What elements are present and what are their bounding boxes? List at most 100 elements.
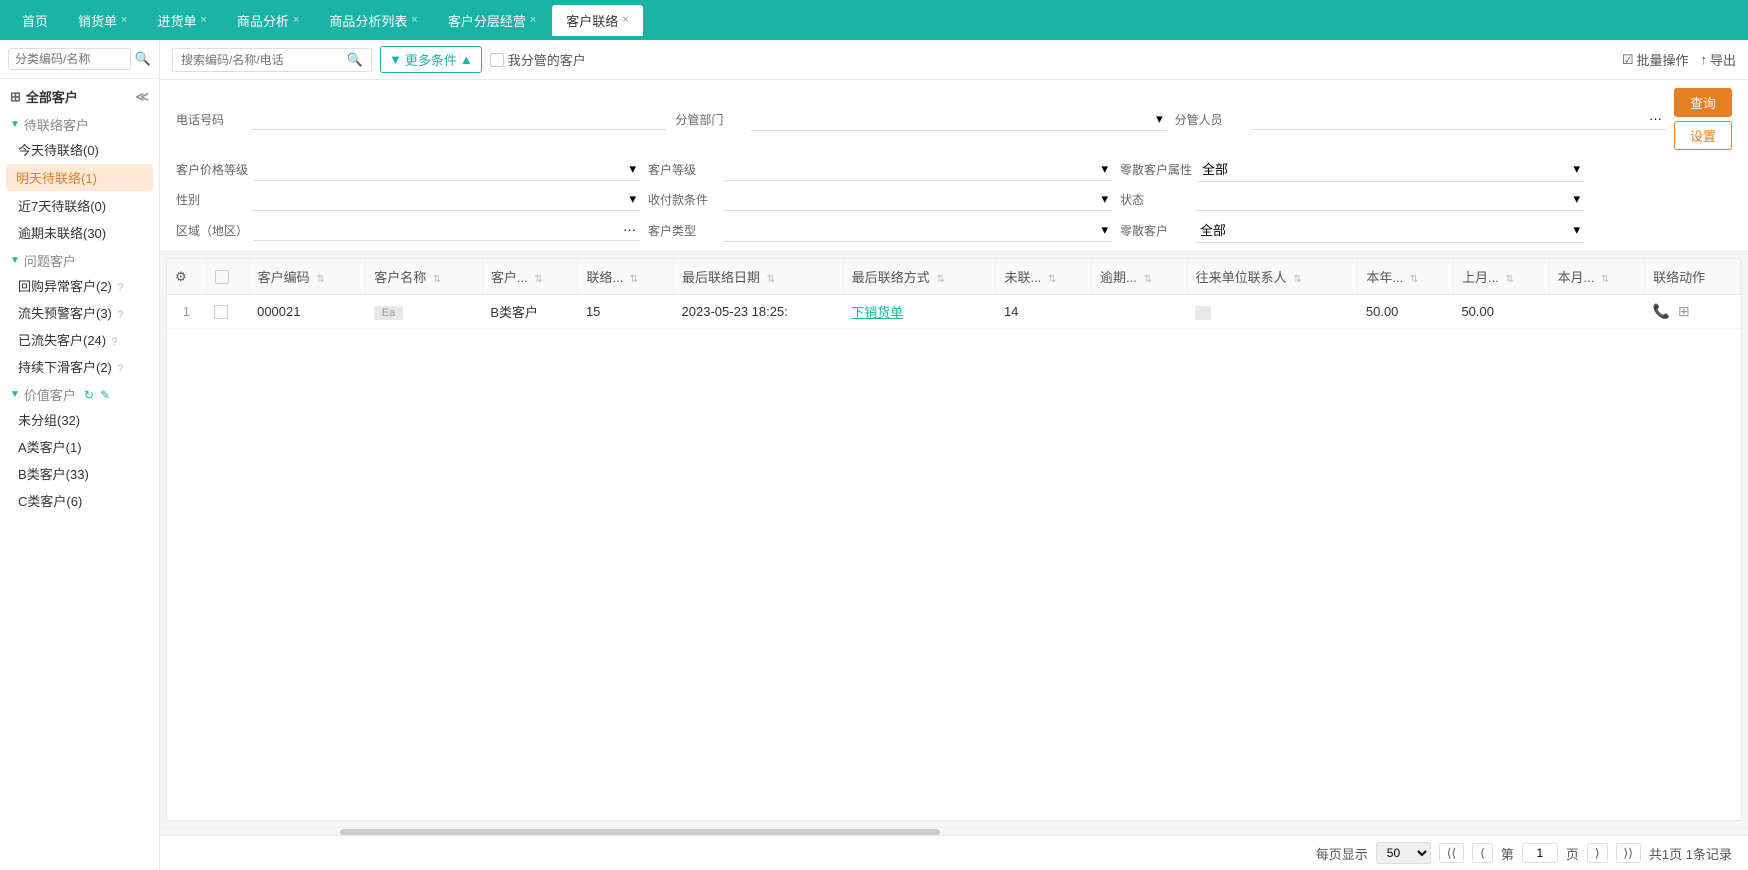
- category-col-header[interactable]: 客户... ⇅: [482, 259, 578, 295]
- select-all-checkbox[interactable]: [215, 270, 229, 284]
- sidebar-item-week-contact[interactable]: 近7天待联络(0): [0, 192, 159, 219]
- search-input[interactable]: [181, 53, 347, 67]
- chevron-down-icon: [1101, 191, 1108, 207]
- more-conditions-button[interactable]: ▼ 更多条件 ▲: [380, 46, 482, 73]
- sidebar-search-input[interactable]: [8, 48, 131, 70]
- sidebar-item-lost-risk[interactable]: 流失预警客户(3) ?: [0, 299, 159, 326]
- sort-icon: ⇅: [1601, 274, 1609, 285]
- nav-customer-contact[interactable]: 客户联络 ×: [552, 5, 642, 36]
- dot-menu-icon: ···: [623, 222, 636, 237]
- uncontacted-col-header[interactable]: 未联... ⇅: [996, 259, 1092, 295]
- sort-icon: ⇅: [534, 274, 542, 285]
- name-col-header[interactable]: 客户名称 ⇅: [366, 259, 483, 295]
- search-wrap: 🔍: [172, 48, 372, 72]
- gender-select[interactable]: [252, 188, 640, 211]
- query-button[interactable]: 查询: [1674, 88, 1732, 117]
- sort-icon: ⇅: [767, 274, 775, 285]
- row-checkbox-cell[interactable]: [206, 295, 249, 329]
- last-contact-method-cell[interactable]: 下销货单: [843, 295, 996, 329]
- page-number-input[interactable]: [1522, 843, 1558, 863]
- uncontacted-cell: 14: [996, 295, 1092, 329]
- my-customers-checkbox[interactable]: [490, 53, 504, 67]
- top-navigation: 首页 销货单 × 进货单 × 商品分析 × 商品分析列表 × 客户分层经营 × …: [0, 0, 1748, 40]
- sidebar-item-class-c[interactable]: C类客户(6): [0, 487, 159, 514]
- close-icon[interactable]: ×: [121, 14, 127, 26]
- last-month-col-header[interactable]: 上月... ⇅: [1453, 259, 1549, 295]
- sidebar-item-overdue-contact[interactable]: 逾期未联络(30): [0, 219, 159, 246]
- retail-attr-select[interactable]: 全部: [1198, 156, 1584, 182]
- first-page-button[interactable]: ⟨⟨: [1439, 843, 1464, 863]
- action-icons-group: 📞 ⊞: [1653, 303, 1733, 320]
- last-contact-method-col-header[interactable]: 最后联络方式 ⇅: [843, 259, 996, 295]
- nav-customer-layering[interactable]: 客户分层经营 ×: [434, 5, 550, 36]
- expand-icon: ▼: [10, 389, 20, 400]
- retail-customer-select[interactable]: 全部: [1196, 217, 1584, 243]
- close-icon[interactable]: ×: [622, 14, 628, 26]
- row-checkbox[interactable]: [214, 305, 228, 319]
- prev-page-button[interactable]: ⟨: [1472, 843, 1493, 863]
- contact-person-col-header[interactable]: 往来单位联系人 ⇅: [1187, 259, 1358, 295]
- last-page-button[interactable]: ⟩⟩: [1616, 843, 1641, 863]
- retail-attr-filter: 零散客户属性 全部: [1120, 156, 1584, 182]
- dept-select[interactable]: [751, 108, 1166, 131]
- overdue-col-header[interactable]: 逾期... ⇅: [1092, 259, 1188, 295]
- sort-icon: ⇅: [1048, 274, 1056, 285]
- total-records-label: 共1页 1条记录: [1649, 844, 1732, 863]
- manager-select[interactable]: ···: [1251, 108, 1666, 130]
- phone-action-icon[interactable]: 📞: [1653, 303, 1670, 320]
- per-page-select[interactable]: 50 100 200: [1376, 842, 1431, 864]
- sidebar-search-icon[interactable]: 🔍: [135, 51, 151, 67]
- settings-col-header[interactable]: ⚙: [167, 259, 206, 295]
- code-col-header[interactable]: 客户编码 ⇅: [249, 259, 366, 295]
- chevron-down-icon: [1573, 161, 1580, 177]
- edit-icon[interactable]: ✎: [100, 388, 110, 402]
- my-customers-checkbox-wrap[interactable]: 我分管的客户: [490, 50, 586, 69]
- current-year-col-header[interactable]: 本年... ⇅: [1358, 259, 1454, 295]
- sidebar-item-already-lost[interactable]: 已流失客户(24) ?: [0, 326, 159, 353]
- refresh-icon[interactable]: ↻: [84, 388, 94, 402]
- phone-input[interactable]: [252, 109, 667, 130]
- close-icon[interactable]: ×: [530, 14, 536, 26]
- customer-level-select[interactable]: [724, 158, 1112, 181]
- sidebar-item-tomorrow-contact[interactable]: 明天待联络(1): [6, 164, 153, 191]
- last-contact-date-col-header[interactable]: 最后联络日期 ⇅: [674, 259, 844, 295]
- close-icon[interactable]: ×: [293, 14, 299, 26]
- close-icon[interactable]: ×: [200, 14, 206, 26]
- nav-purchase-order[interactable]: 进货单 ×: [143, 5, 220, 36]
- status-select[interactable]: [1196, 188, 1584, 211]
- collapse-icon[interactable]: ≪: [135, 89, 149, 105]
- grid-action-icon[interactable]: ⊞: [1678, 303, 1690, 320]
- settings-button[interactable]: 设置: [1674, 121, 1732, 150]
- sidebar-item-no-group[interactable]: 未分组(32): [0, 406, 159, 433]
- nav-product-analysis-list[interactable]: 商品分析列表 ×: [315, 5, 431, 36]
- payment-select[interactable]: [724, 188, 1112, 211]
- close-icon[interactable]: ×: [411, 14, 417, 26]
- contact-person-masked: [1195, 306, 1211, 320]
- nav-sales-order[interactable]: 销货单 ×: [64, 5, 141, 36]
- area-select[interactable]: ···: [254, 219, 640, 241]
- dept-filter: 分管部门: [675, 108, 1166, 131]
- row-number: 1: [167, 295, 206, 329]
- sidebar-item-class-b[interactable]: B类客户(33): [0, 460, 159, 487]
- customer-type-select[interactable]: [724, 219, 1112, 242]
- search-icon[interactable]: 🔍: [347, 52, 363, 68]
- sidebar-item-today-contact[interactable]: 今天待联络(0): [0, 136, 159, 163]
- sidebar-item-repeat-abnormal[interactable]: 回购异常客户(2) ?: [0, 272, 159, 299]
- filter-row-3: 性别 收付款条件 状态: [176, 188, 1732, 211]
- price-level-select[interactable]: [254, 158, 640, 181]
- next-page-button[interactable]: ⟩: [1587, 843, 1608, 863]
- contacts-col-header[interactable]: 联络... ⇅: [578, 259, 674, 295]
- checkbox-col-header[interactable]: [206, 259, 249, 295]
- help-icon: ?: [117, 309, 123, 321]
- nav-home[interactable]: 首页: [8, 5, 62, 36]
- batch-operation-button[interactable]: ☑ 批量操作: [1622, 50, 1689, 69]
- current-year-cell: 50.00: [1358, 295, 1454, 329]
- sidebar-item-continuous-down[interactable]: 持续下滑客户(2) ?: [0, 353, 159, 380]
- horizontal-scrollbar[interactable]: [160, 827, 1748, 835]
- nav-product-analysis[interactable]: 商品分析 ×: [223, 5, 313, 36]
- sort-icon: ⇅: [316, 274, 324, 285]
- current-month-col-header[interactable]: 本月... ⇅: [1549, 259, 1645, 295]
- export-button[interactable]: ↑ 导出: [1700, 50, 1736, 69]
- sort-icon: ⇅: [433, 274, 441, 285]
- sidebar-item-class-a[interactable]: A类客户(1): [0, 433, 159, 460]
